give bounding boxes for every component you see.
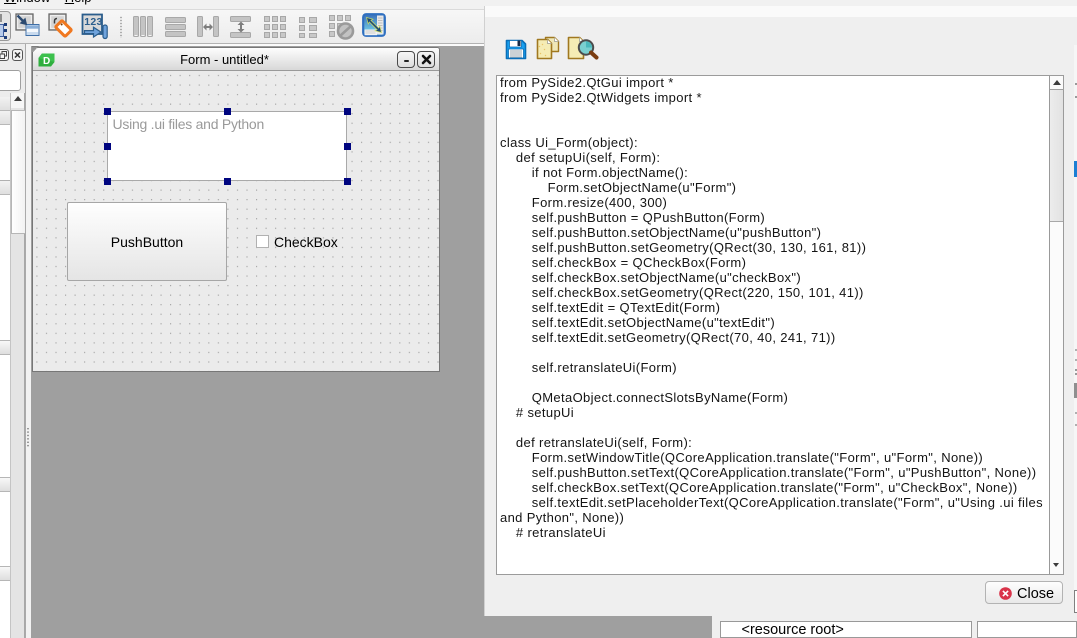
svg-text:D: D [43, 56, 50, 67]
svg-text:123: 123 [84, 16, 102, 28]
